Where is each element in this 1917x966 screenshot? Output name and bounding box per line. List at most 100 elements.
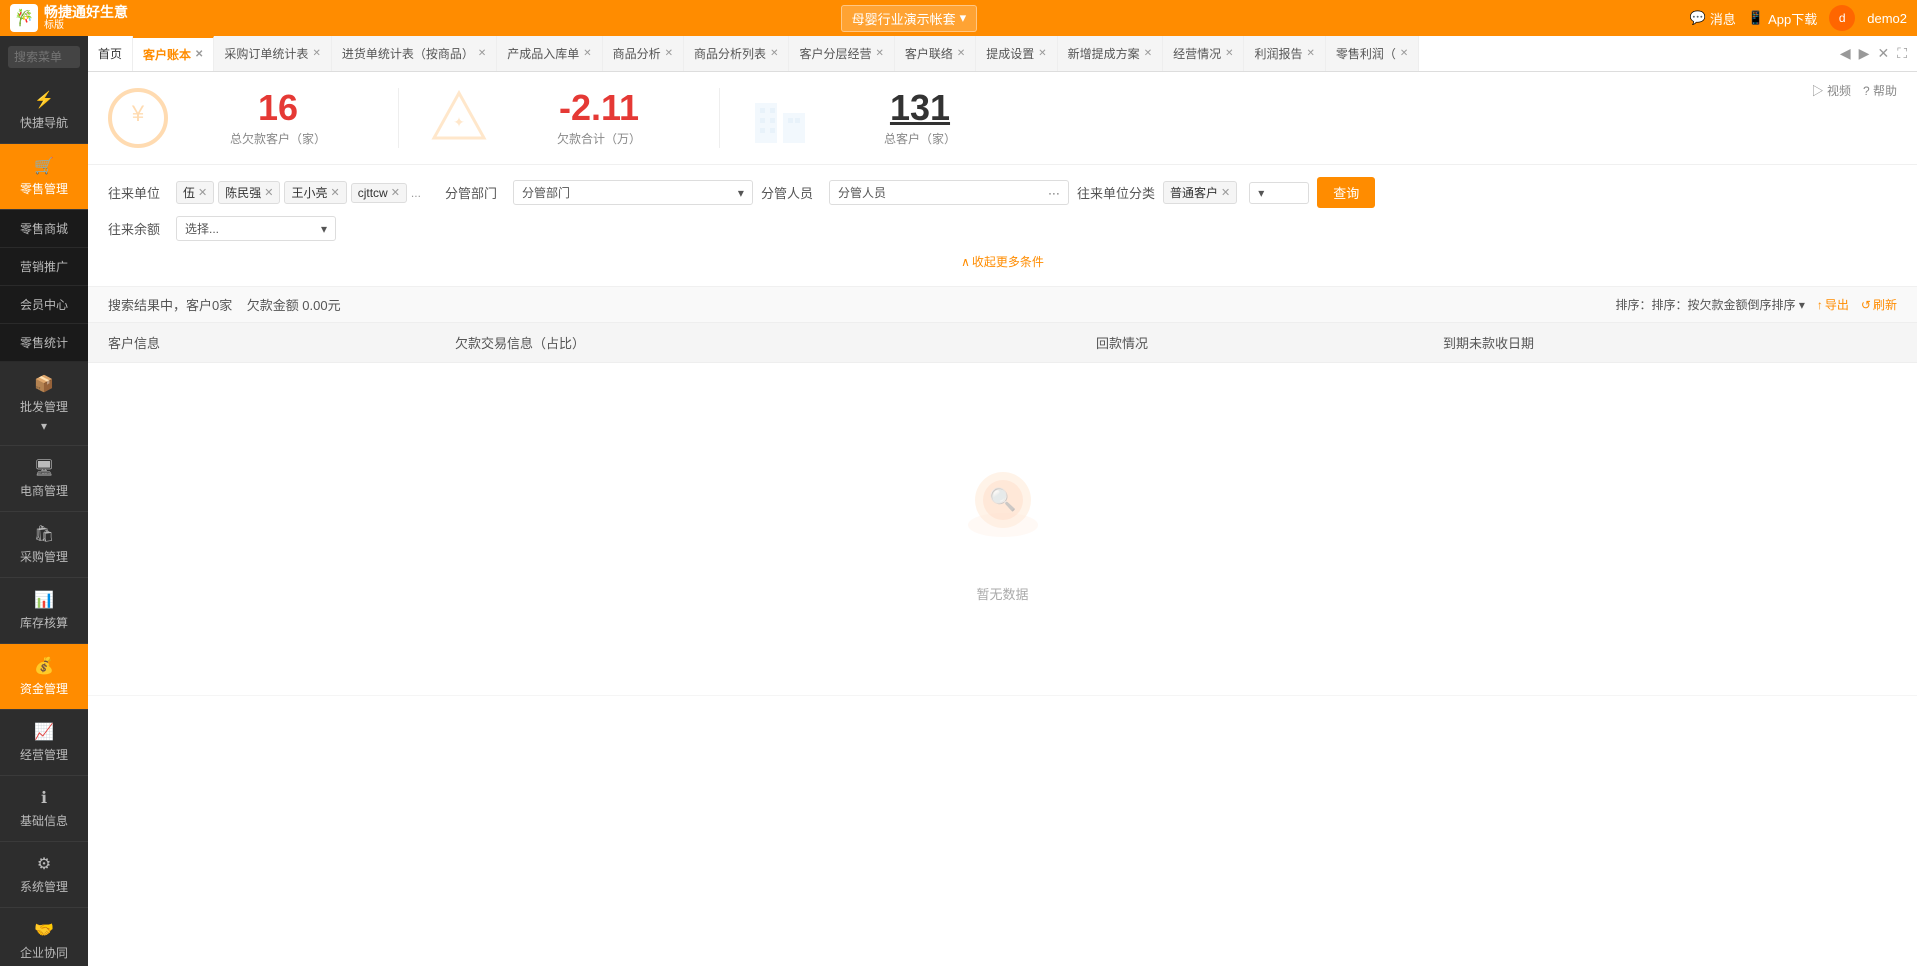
sidebar-item-wholesale[interactable]: 📦 批发管理 ▾ [0,362,88,446]
stat-block-debt-amount: -2.11 欠款合计（万） [509,90,689,147]
tab-goods-analysis[interactable]: 商品分析 ✕ [603,36,684,72]
sidebar-item-retail[interactable]: 🛒 零售管理 [0,144,88,210]
tab-close-icon[interactable]: ✕ [1144,48,1152,59]
help-link[interactable]: ? 帮助 [1863,82,1897,99]
sidebar-item-system[interactable]: ⚙ 系统管理 [0,842,88,908]
stat-block-total-customers: 131 总客户（家） [830,90,1010,147]
sidebar-item-inventory[interactable]: 📊 库存核算 [0,578,88,644]
remove-tag-chen[interactable]: ✕ [264,186,273,199]
tab-expand-icon[interactable]: ⛶ [1895,43,1909,64]
export-button[interactable]: ↑ 导出 [1817,296,1849,313]
filter-tags-unit: 伍 ✕ 陈民强 ✕ 王小亮 ✕ [176,181,421,204]
tab-close-icon[interactable]: ✕ [1307,48,1315,59]
collapse-button[interactable]: ∧ 收起更多条件 [961,253,1044,270]
sidebar-search-area [0,36,88,78]
filter-dept-select[interactable]: 分管部门 ▾ [513,180,753,205]
tab-commission-setting[interactable]: 提成设置 ✕ [976,36,1057,72]
tab-goods-analysis-list[interactable]: 商品分析列表 ✕ [684,36,789,72]
avatar[interactable]: d [1829,5,1855,31]
sidebar-item-label: 快捷导航 [20,114,68,131]
sidebar-item-label: 零售统计 [20,334,68,351]
message-button[interactable]: 💬 消息 [1690,9,1736,28]
tab-close-icon[interactable]: ✕ [478,48,486,59]
remove-tag-wu[interactable]: ✕ [198,186,207,199]
top-bar: 🎋 畅捷通好生意 标版 母婴行业演示帐套 ▾ 💬 消息 📱 App下载 d [0,0,1917,36]
search-input[interactable] [8,46,80,68]
tab-close-icon[interactable]: ✕ [312,48,320,59]
filter-area: 往来单位 伍 ✕ 陈民强 ✕ 王小亮 [88,165,1917,287]
filter-balance-placeholder: 选择... [185,220,219,237]
refresh-button[interactable]: ↺ 刷新 [1861,296,1897,313]
tab-product-in[interactable]: 产成品入库单 ✕ [497,36,602,72]
tab-close-icon[interactable]: ✕ [875,48,883,59]
sidebar-item-basic[interactable]: ℹ 基础信息 [0,776,88,842]
tab-profit-report[interactable]: 利润报告 ✕ [1244,36,1325,72]
tab-close-icon[interactable]: ✕ [1225,48,1233,59]
tab-purchase-goods-stat[interactable]: 进货单统计表（按商品） ✕ [332,36,497,72]
tab-close-all-icon[interactable]: ✕ [1875,43,1891,64]
svg-text:🔍: 🔍 [989,485,1016,512]
sidebar-item-retail-mall[interactable]: 零售商城 [0,210,88,248]
sidebar-item-retail-stat[interactable]: 零售统计 [0,324,88,362]
sort-value[interactable]: 排序：按欠款金额倒序排序 [1652,298,1796,312]
tab-close-icon[interactable]: ✕ [957,48,965,59]
tab-retail-profit[interactable]: 零售利润（ ✕ [1326,36,1419,72]
tab-close-icon[interactable]: ✕ [195,49,203,60]
sidebar-item-label: 会员中心 [20,296,68,313]
sidebar-item-label: 零售管理 [20,180,68,197]
filter-tag-chen: 陈民强 ✕ [218,181,280,204]
top-center: 母婴行业演示帐套 ▾ [128,5,1690,32]
filter-balance-select[interactable]: 选择... ▾ [176,216,336,241]
sidebar: ⚡ 快捷导航 🛒 零售管理 零售商城 营销推广 会员中心 零售统计 [0,36,88,966]
industry-select[interactable]: 母婴行业演示帐套 ▾ [841,5,978,32]
results-count: 搜索结果中，客户0家 [108,298,232,313]
sidebar-item-label: 系统管理 [20,878,68,895]
tab-close-icon[interactable]: ✕ [583,48,591,59]
app-download-button[interactable]: 📱 App下载 [1748,9,1817,28]
filter-category-select[interactable]: ▾ [1249,182,1309,204]
tab-customer-layer[interactable]: 客户分层经营 ✕ [789,36,894,72]
sidebar-item-member[interactable]: 会员中心 [0,286,88,324]
tab-next-icon[interactable]: ▶ [1857,43,1872,64]
tab-label: 提成设置 [986,45,1034,62]
tab-close-icon[interactable]: ✕ [1400,48,1408,59]
tab-purchase-order-stat[interactable]: 采购订单统计表 ✕ [214,36,331,72]
sidebar-item-marketing[interactable]: 营销推广 [0,248,88,286]
tab-home[interactable]: 首页 [88,36,133,72]
tab-close-icon[interactable]: ✕ [1038,48,1046,59]
tab-close-icon[interactable]: ✕ [770,48,778,59]
content-area: 首页 客户账本 ✕ 采购订单统计表 ✕ 进货单统计表（按商品） ✕ 产成品入库单… [88,36,1917,966]
sidebar-item-label: 批发管理 [20,398,68,415]
col-header-payment: 回款情况 [1076,323,1423,363]
chevron-down-icon: ▾ [960,10,967,26]
sidebar-item-purchase[interactable]: 🛍 采购管理 [0,512,88,578]
sidebar-item-finance[interactable]: 💰 资金管理 [0,644,88,710]
logo-text: 畅捷通好生意 标版 [44,4,128,33]
remove-tag-normal[interactable]: ✕ [1221,186,1230,199]
inventory-icon: 📊 [34,590,54,610]
tab-close-icon[interactable]: ✕ [665,48,673,59]
filter-more-btn[interactable]: ... [411,186,421,200]
filter-label-person: 分管人员 [761,183,821,202]
sidebar-item-operation[interactable]: 📈 经营管理 [0,710,88,776]
remove-tag-cjttcw[interactable]: ✕ [391,186,400,199]
filter-person-select[interactable]: 分管人员 ··· [829,180,1069,205]
sidebar-item-coop[interactable]: 🤝 企业协同 [0,908,88,966]
remove-tag-wang[interactable]: ✕ [330,186,339,199]
download-icon: 📱 [1748,10,1764,26]
filter-tag-normal: 普通客户 ✕ [1163,181,1237,204]
export-icon: ↑ [1817,298,1823,312]
sidebar-item-label: 零售商城 [20,220,68,237]
system-icon: ⚙ [37,854,51,874]
sidebar-item-ecommerce[interactable]: 🖥 电商管理 [0,446,88,512]
tab-add-commission[interactable]: 新增提成方案 ✕ [1058,36,1163,72]
tab-operation-status[interactable]: 经营情况 ✕ [1163,36,1244,72]
tab-customer-ledger[interactable]: 客户账本 ✕ [133,36,214,72]
filter-label-category: 往来单位分类 [1077,183,1155,202]
query-button[interactable]: 查询 [1317,177,1375,208]
tab-prev-icon[interactable]: ◀ [1838,43,1853,64]
empty-cell: 🔍 暂无数据 [88,363,1917,696]
sidebar-item-quicknav[interactable]: ⚡ 快捷导航 [0,78,88,144]
tab-customer-contact[interactable]: 客户联络 ✕ [895,36,976,72]
video-link[interactable]: ▷ 视频 [1812,82,1851,99]
